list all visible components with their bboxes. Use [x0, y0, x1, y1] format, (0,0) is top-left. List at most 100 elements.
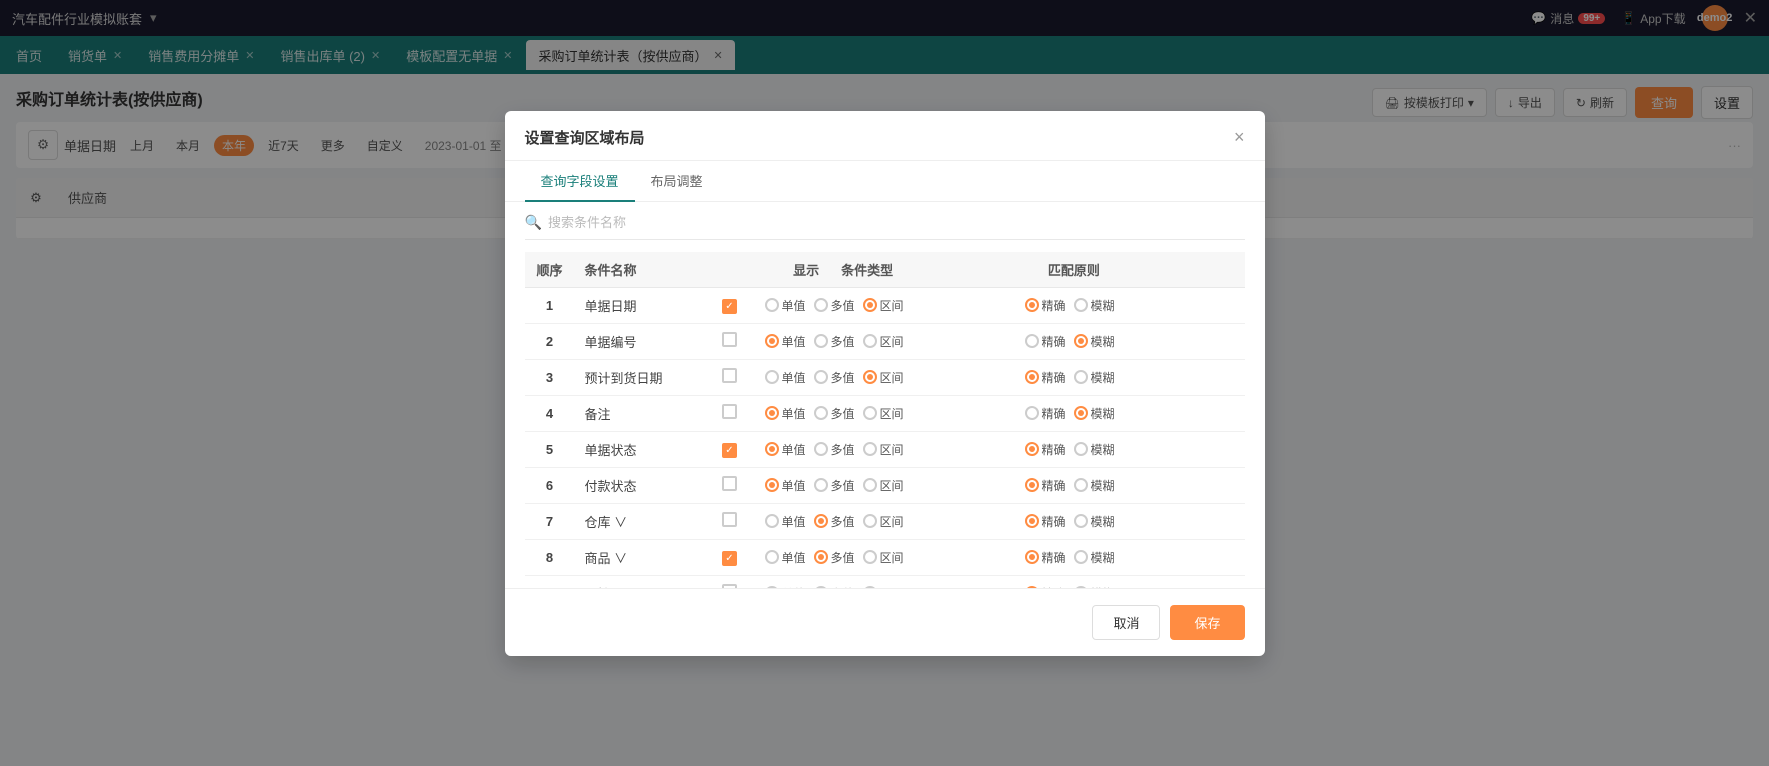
radio-range[interactable]: 区间: [863, 297, 904, 314]
radio-range[interactable]: 区间: [863, 477, 904, 494]
dialog-header: 设置查询区域布局 ×: [505, 111, 1265, 161]
row-condition-name: 备注: [575, 395, 705, 431]
col-name: 条件名称: [575, 252, 782, 288]
cancel-btn[interactable]: 取消: [1092, 605, 1160, 640]
radio-range[interactable]: 区间: [863, 549, 904, 566]
row-condition-type: 单值多值区间: [755, 288, 1015, 324]
row-order: 1: [525, 288, 575, 324]
row-condition-name: 商品 ∨: [575, 539, 705, 575]
search-icon: 🔍: [525, 214, 542, 231]
radio-fuzzy[interactable]: 模糊: [1074, 333, 1115, 350]
row-match-rule: 精确模糊: [1015, 467, 1245, 503]
row-condition-type: 单值多值区间: [755, 575, 1015, 588]
radio-exact[interactable]: 精确: [1025, 333, 1066, 350]
radio-single[interactable]: 单值: [765, 477, 806, 494]
radio-fuzzy[interactable]: 模糊: [1074, 549, 1115, 566]
dialog-tab-layout[interactable]: 布局调整: [635, 161, 719, 202]
dialog-row: 2单据编号单值多值区间精确模糊: [525, 323, 1245, 359]
dialog-row: 5单据状态✓ 单值多值区间 精确模糊: [525, 431, 1245, 467]
radio-range[interactable]: 区间: [863, 369, 904, 386]
row-condition-type: 单值多值区间: [755, 323, 1015, 359]
row-condition-name: 仓库 ∨: [575, 503, 705, 539]
row-order: 8: [525, 539, 575, 575]
row-condition-type: 单值多值区间: [755, 539, 1015, 575]
dialog: 设置查询区域布局 × 查询字段设置 布局调整 🔍 顺序 条件名称: [505, 111, 1265, 656]
col-match-rule: 匹配原则: [1038, 252, 1245, 288]
radio-fuzzy[interactable]: 模糊: [1074, 477, 1115, 494]
row-order: 5: [525, 431, 575, 467]
radio-single[interactable]: 单值: [765, 369, 806, 386]
dialog-close-btn[interactable]: ×: [1234, 128, 1245, 146]
row-display-checkbox[interactable]: [705, 359, 755, 395]
radio-fuzzy[interactable]: 模糊: [1074, 297, 1115, 314]
dialog-tab-query-label: 查询字段设置: [541, 174, 619, 189]
search-box: 🔍: [525, 214, 1245, 240]
radio-multi[interactable]: 多值: [814, 405, 855, 422]
row-condition-name: 单据编号: [575, 323, 705, 359]
radio-multi[interactable]: 多值: [814, 513, 855, 530]
radio-single[interactable]: 单值: [765, 405, 806, 422]
radio-exact[interactable]: 精确: [1025, 477, 1066, 494]
radio-multi[interactable]: 多值: [814, 549, 855, 566]
row-condition-name: 属性 ∨: [575, 575, 705, 588]
radio-multi[interactable]: 多值: [814, 477, 855, 494]
radio-multi[interactable]: 多值: [814, 297, 855, 314]
row-match-rule: 精确模糊: [1015, 395, 1245, 431]
radio-fuzzy[interactable]: 模糊: [1074, 369, 1115, 386]
radio-range[interactable]: 区间: [863, 513, 904, 530]
col-order: 顺序: [525, 252, 575, 288]
radio-multi[interactable]: 多值: [814, 369, 855, 386]
save-btn[interactable]: 保存: [1170, 605, 1244, 640]
radio-exact[interactable]: 精确: [1025, 369, 1066, 386]
radio-exact[interactable]: 精确: [1025, 513, 1066, 530]
row-condition-type: 单值多值区间: [755, 467, 1015, 503]
row-display-checkbox[interactable]: ✓: [705, 431, 755, 467]
radio-single[interactable]: 单值: [765, 333, 806, 350]
row-order: 3: [525, 359, 575, 395]
radio-exact[interactable]: 精确: [1025, 405, 1066, 422]
row-condition-type: 单值多值区间: [755, 359, 1015, 395]
row-display-checkbox[interactable]: [705, 503, 755, 539]
dialog-row: 1单据日期✓单值多值区间精确模糊: [525, 288, 1245, 324]
row-display-checkbox[interactable]: [705, 467, 755, 503]
radio-single[interactable]: 单值: [765, 441, 806, 458]
modal-overlay[interactable]: 设置查询区域布局 × 查询字段设置 布局调整 🔍 顺序 条件名称: [0, 0, 1769, 766]
row-display-checkbox[interactable]: [705, 575, 755, 588]
row-condition-type: 单值多值区间: [755, 395, 1015, 431]
radio-multi[interactable]: 多值: [814, 441, 855, 458]
dialog-row: 4备注单值多值区间精确模糊: [525, 395, 1245, 431]
dialog-row: 3预计到货日期单值多值区间精确模糊: [525, 359, 1245, 395]
radio-exact[interactable]: 精确: [1025, 441, 1066, 458]
radio-multi[interactable]: 多值: [814, 333, 855, 350]
dialog-table-body: 1单据日期✓单值多值区间精确模糊2单据编号单值多值区间精确模糊3预计到货日期单值…: [525, 288, 1245, 588]
row-display-checkbox[interactable]: ✓: [705, 539, 755, 575]
radio-range[interactable]: 区间: [863, 333, 904, 350]
radio-range[interactable]: 区间: [863, 405, 904, 422]
radio-range[interactable]: 区间: [863, 441, 904, 458]
col-display: 显示: [781, 252, 831, 288]
row-condition-type: 单值多值区间: [755, 503, 1015, 539]
dialog-tab-query-fields[interactable]: 查询字段设置: [525, 161, 635, 202]
radio-exact[interactable]: 精确: [1025, 297, 1066, 314]
col-condition-type: 条件类型: [831, 252, 1038, 288]
row-display-checkbox[interactable]: [705, 323, 755, 359]
radio-exact[interactable]: 精确: [1025, 549, 1066, 566]
radio-fuzzy[interactable]: 模糊: [1074, 405, 1115, 422]
radio-fuzzy[interactable]: 模糊: [1074, 441, 1115, 458]
row-match-rule: 精确模糊: [1015, 288, 1245, 324]
dialog-row: 9属性 ∨单值多值区间精确模糊: [525, 575, 1245, 588]
radio-fuzzy[interactable]: 模糊: [1074, 513, 1115, 530]
search-input[interactable]: [548, 215, 748, 230]
row-match-rule: 精确模糊: [1015, 431, 1245, 467]
dialog-title: 设置查询区域布局: [525, 127, 645, 148]
dialog-tabs: 查询字段设置 布局调整: [505, 161, 1265, 202]
radio-single[interactable]: 单值: [765, 297, 806, 314]
row-condition-name: 单据状态: [575, 431, 705, 467]
radio-single[interactable]: 单值: [765, 549, 806, 566]
row-display-checkbox[interactable]: [705, 395, 755, 431]
dialog-tab-layout-label: 布局调整: [651, 174, 703, 189]
radio-single[interactable]: 单值: [765, 513, 806, 530]
row-order: 2: [525, 323, 575, 359]
row-match-rule: 精确模糊: [1015, 323, 1245, 359]
row-display-checkbox[interactable]: ✓: [705, 288, 755, 324]
